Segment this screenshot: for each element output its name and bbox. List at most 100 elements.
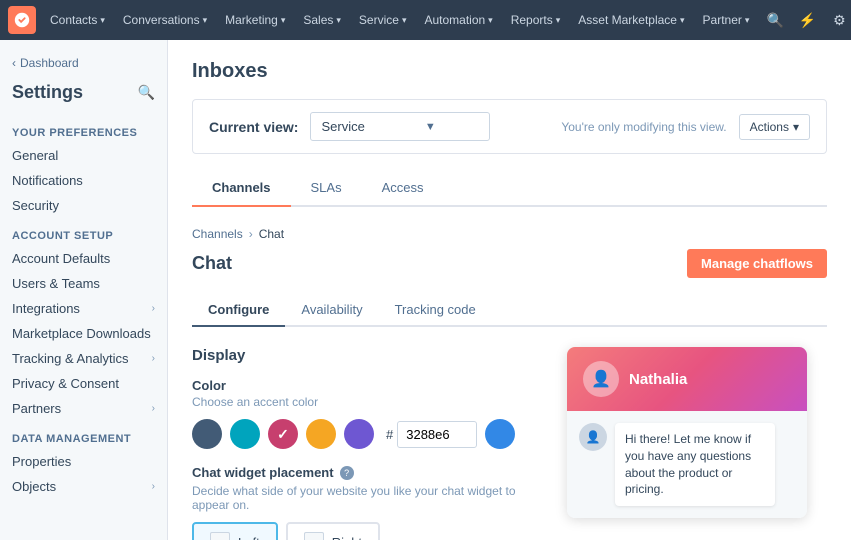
main-tabs: Channels SLAs Access xyxy=(192,170,827,207)
chevron-down-icon: ▾ xyxy=(556,15,561,26)
swatch-purple[interactable] xyxy=(344,419,374,449)
nav-reports[interactable]: Reports▾ xyxy=(503,9,569,31)
configure-content: Display Color Choose an accent color xyxy=(192,347,827,540)
nav-asset-marketplace[interactable]: Asset Marketplace▾ xyxy=(570,9,692,31)
current-view-left: Current view: Service ▼ xyxy=(209,112,490,141)
nav-contacts[interactable]: Contacts▾ xyxy=(42,9,113,31)
swatch-dark-blue[interactable] xyxy=(192,419,222,449)
chevron-down-icon: ▾ xyxy=(281,15,286,26)
nav-icon-group: 🔍 ⚡ ⚙ 🔔 N ▾ xyxy=(761,6,851,34)
sidebar-item-properties[interactable]: Properties xyxy=(0,449,167,474)
preview-avatar: 👤 xyxy=(583,361,619,397)
configure-left: Display Color Choose an accent color xyxy=(192,347,543,540)
widget-placement-section: Chat widget placement ? Decide what side… xyxy=(192,465,543,540)
chevron-down-icon: ▾ xyxy=(488,15,493,26)
chevron-down-icon: ▾ xyxy=(100,15,105,26)
placement-desc: Decide what side of your website you lik… xyxy=(192,484,543,512)
person-icon: 👤 xyxy=(586,430,601,444)
preview-msg-avatar: 👤 xyxy=(579,423,607,451)
sidebar-item-tracking-analytics[interactable]: Tracking & Analytics › xyxy=(0,346,167,371)
color-preview[interactable] xyxy=(485,419,515,449)
hubspot-logo[interactable] xyxy=(8,6,36,34)
search-icon[interactable]: 🔍 xyxy=(761,6,789,34)
color-hex-input-group: # xyxy=(386,421,477,448)
back-arrow-icon: ‹ xyxy=(12,56,16,70)
tab-channels[interactable]: Channels xyxy=(192,170,291,207)
sidebar-item-account-defaults[interactable]: Account Defaults xyxy=(0,246,167,271)
sidebar-item-integrations[interactable]: Integrations › xyxy=(0,296,167,321)
nav-service[interactable]: Service▾ xyxy=(351,9,415,31)
person-icon: 👤 xyxy=(591,369,611,389)
swatch-orange[interactable] xyxy=(306,419,336,449)
breadcrumb-channels-link[interactable]: Channels xyxy=(192,227,243,241)
placement-info-icon[interactable]: ? xyxy=(340,466,354,480)
chevron-right-icon: › xyxy=(152,403,155,414)
manage-chatflows-button[interactable]: Manage chatflows xyxy=(687,249,827,278)
placement-label-row: Chat widget placement ? xyxy=(192,465,543,480)
display-section-title: Display xyxy=(192,347,543,364)
current-view-bar: Current view: Service ▼ You're only modi… xyxy=(192,99,827,154)
current-view-right: You're only modifying this view. Actions… xyxy=(561,114,810,140)
sidebar-item-marketplace-downloads[interactable]: Marketplace Downloads xyxy=(0,321,167,346)
sidebar-title: Settings 🔍 xyxy=(0,82,167,115)
preview-header: 👤 Nathalia xyxy=(567,347,807,411)
page-title: Inboxes xyxy=(192,60,827,83)
nav-conversations[interactable]: Conversations▾ xyxy=(115,9,215,31)
nav-marketing[interactable]: Marketing▾ xyxy=(217,9,293,31)
hash-symbol: # xyxy=(386,427,393,442)
chevron-down-icon: ▾ xyxy=(745,15,750,26)
color-hex-input[interactable] xyxy=(397,421,477,448)
actions-button[interactable]: Actions ▾ xyxy=(739,114,810,140)
tab-access[interactable]: Access xyxy=(362,170,444,207)
chat-preview-area: 👤 Nathalia 👤 Hi there! Let me know if yo… xyxy=(567,347,827,540)
sidebar-item-security[interactable]: Security xyxy=(0,193,167,218)
chat-title: Chat xyxy=(192,253,232,274)
tab-slas[interactable]: SLAs xyxy=(291,170,362,207)
sidebar-item-users-teams[interactable]: Users & Teams xyxy=(0,271,167,296)
marketplace-icon[interactable]: ⚡ xyxy=(793,6,821,34)
sidebar-search-icon[interactable]: 🔍 xyxy=(138,84,155,101)
main-content: Inboxes Current view: Service ▼ You're o… xyxy=(168,40,851,540)
sub-tab-configure[interactable]: Configure xyxy=(192,294,285,327)
nav-sales[interactable]: Sales▾ xyxy=(295,9,349,31)
chevron-right-icon: › xyxy=(152,353,155,364)
sidebar-item-notifications[interactable]: Notifications xyxy=(0,168,167,193)
color-swatches: # xyxy=(192,419,543,449)
sub-tab-availability[interactable]: Availability xyxy=(285,294,378,327)
sidebar: ‹ Dashboard Settings 🔍 Your Preferences … xyxy=(0,40,168,540)
settings-icon[interactable]: ⚙ xyxy=(825,6,851,34)
placement-left-icon xyxy=(210,532,230,540)
preview-message: 👤 Hi there! Let me know if you have any … xyxy=(579,423,795,506)
swatch-teal[interactable] xyxy=(230,419,260,449)
sidebar-item-privacy-consent[interactable]: Privacy & Consent xyxy=(0,371,167,396)
section-your-preferences: Your Preferences xyxy=(0,115,167,143)
nav-automation[interactable]: Automation▾ xyxy=(416,9,500,31)
chevron-down-icon: ▾ xyxy=(402,15,407,26)
view-dropdown[interactable]: Service ▼ xyxy=(310,112,490,141)
placement-left[interactable]: Left xyxy=(192,522,278,540)
sub-tab-tracking-code[interactable]: Tracking code xyxy=(379,294,492,327)
preview-body: 👤 Hi there! Let me know if you have any … xyxy=(567,411,807,518)
modifying-notice: You're only modifying this view. xyxy=(561,120,726,134)
sidebar-item-objects[interactable]: Objects › xyxy=(0,474,167,499)
color-label: Color xyxy=(192,378,543,393)
swatch-pink[interactable] xyxy=(268,419,298,449)
chat-header: Chat Manage chatflows xyxy=(192,249,827,278)
breadcrumb-separator: › xyxy=(249,227,253,241)
preview-name: Nathalia xyxy=(629,371,687,388)
sidebar-item-partners[interactable]: Partners › xyxy=(0,396,167,421)
placement-right[interactable]: Right xyxy=(286,522,380,540)
main-layout: ‹ Dashboard Settings 🔍 Your Preferences … xyxy=(0,40,851,540)
chat-preview: 👤 Nathalia 👤 Hi there! Let me know if yo… xyxy=(567,347,807,518)
back-to-dashboard[interactable]: ‹ Dashboard xyxy=(0,52,167,82)
placement-right-icon xyxy=(304,532,324,540)
chevron-down-icon: ▾ xyxy=(793,120,799,134)
chevron-down-icon: ▾ xyxy=(336,15,341,26)
chevron-down-icon: ▼ xyxy=(425,121,436,133)
color-sublabel: Choose an accent color xyxy=(192,395,543,409)
sidebar-item-general[interactable]: General xyxy=(0,143,167,168)
nav-partner[interactable]: Partner▾ xyxy=(695,9,758,31)
chevron-right-icon: › xyxy=(152,303,155,314)
view-dropdown-text: Service xyxy=(321,119,364,134)
color-field: Color Choose an accent color # xyxy=(192,378,543,449)
